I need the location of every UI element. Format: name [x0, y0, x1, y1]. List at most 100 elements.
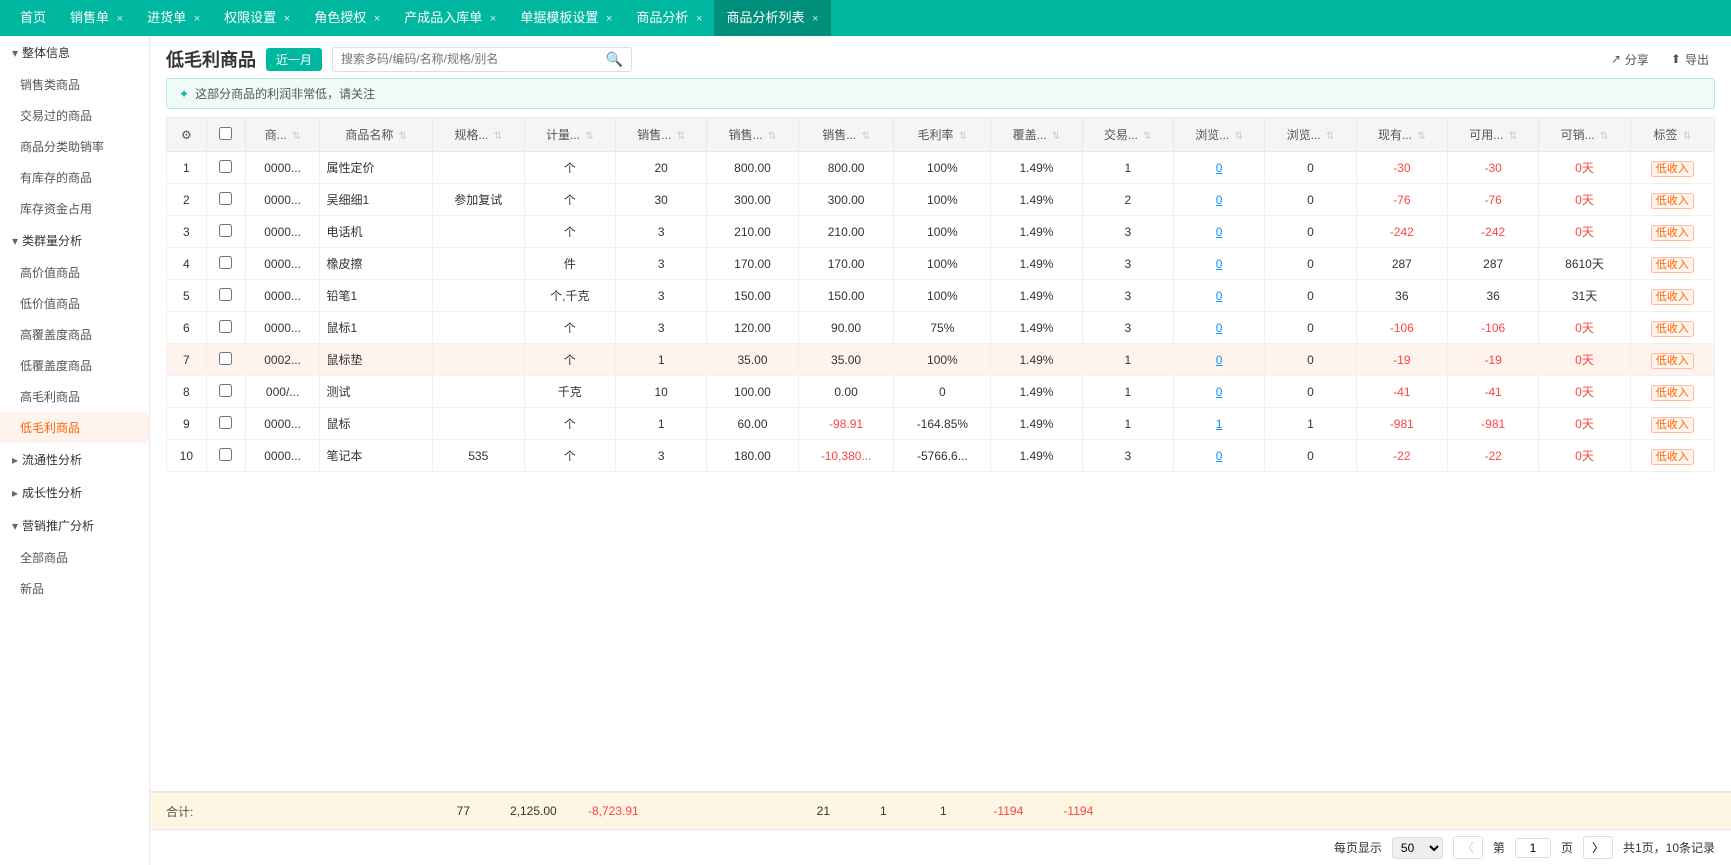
row-checkbox[interactable] [219, 320, 232, 333]
row-checkbox[interactable] [219, 448, 232, 461]
th-available[interactable]: 可用... ⇅ [1448, 118, 1539, 152]
sidebar-section-cluster[interactable]: ▾ 类群量分析 [0, 224, 149, 257]
td-col14: -22 [1356, 440, 1447, 472]
browse-link[interactable]: 0 [1216, 321, 1223, 335]
browse-link[interactable]: 1 [1216, 417, 1223, 431]
search-icon[interactable]: 🔍 [606, 51, 623, 68]
close-product-icon[interactable]: × [490, 13, 496, 25]
sidebar-item-stock-capital[interactable]: 库存资金占用 [0, 193, 149, 224]
td-checkbox[interactable] [206, 152, 245, 184]
td-checkbox[interactable] [206, 344, 245, 376]
sidebar-item-in-stock[interactable]: 有库存的商品 [0, 162, 149, 193]
row-checkbox[interactable] [219, 352, 232, 365]
close-analysis-icon[interactable]: × [696, 13, 702, 25]
row-checkbox[interactable] [219, 288, 232, 301]
nav-analysis[interactable]: 商品分析 × [624, 0, 714, 36]
sidebar-item-new-goods[interactable]: 新品 [0, 573, 149, 604]
nav-permission[interactable]: 权限设置 × [212, 0, 302, 36]
th-code[interactable]: 商... ⇅ [245, 118, 320, 152]
page-number-input[interactable] [1515, 838, 1551, 858]
th-browse1[interactable]: 浏览... ⇅ [1173, 118, 1264, 152]
row-checkbox[interactable] [219, 192, 232, 205]
nav-home[interactable]: 首页 [8, 0, 58, 36]
th-saleable[interactable]: 可销... ⇅ [1539, 118, 1630, 152]
close-role-icon[interactable]: × [374, 13, 380, 25]
next-page-button[interactable]: 〉 [1583, 836, 1613, 859]
browse-link[interactable]: 0 [1216, 225, 1223, 239]
browse-link[interactable]: 0 [1216, 449, 1223, 463]
sidebar-item-low-coverage[interactable]: 低覆盖度商品 [0, 350, 149, 381]
td-row-no: 8 [167, 376, 207, 408]
browse-link[interactable]: 0 [1216, 289, 1223, 303]
th-sales1[interactable]: 销售... ⇅ [615, 118, 706, 152]
th-name[interactable]: 商品名称 ⇅ [320, 118, 432, 152]
close-permission-icon[interactable]: × [284, 13, 290, 25]
td-checkbox[interactable] [206, 312, 245, 344]
th-checkbox[interactable] [206, 118, 245, 152]
sidebar-item-low-margin[interactable]: 低毛利商品 [0, 412, 149, 443]
sidebar-item-high-coverage[interactable]: 高覆盖度商品 [0, 319, 149, 350]
td-col8: -10,380... [798, 440, 894, 472]
sidebar-item-high-value[interactable]: 高价值商品 [0, 257, 149, 288]
td-checkbox[interactable] [206, 376, 245, 408]
close-list-icon[interactable]: × [812, 13, 818, 25]
td-checkbox[interactable] [206, 216, 245, 248]
browse-link[interactable]: 0 [1216, 257, 1223, 271]
sidebar-item-traded-goods[interactable]: 交易过的商品 [0, 100, 149, 131]
th-transaction[interactable]: 交易... ⇅ [1082, 118, 1173, 152]
th-browse2[interactable]: 浏览... ⇅ [1265, 118, 1356, 152]
td-checkbox[interactable] [206, 440, 245, 472]
th-margin[interactable]: 毛利率 ⇅ [894, 118, 991, 152]
date-filter-button[interactable]: 近一月 [266, 48, 322, 71]
export-button[interactable]: ⬆ 导出 [1665, 48, 1715, 71]
row-checkbox[interactable] [219, 160, 232, 173]
search-input[interactable] [341, 52, 606, 66]
th-spec[interactable]: 规格... ⇅ [432, 118, 524, 152]
nav-sales[interactable]: 销售单 × [58, 0, 135, 36]
row-checkbox[interactable] [219, 384, 232, 397]
th-coverage[interactable]: 覆盖... ⇅ [991, 118, 1082, 152]
th-sales2[interactable]: 销售... ⇅ [707, 118, 798, 152]
nav-template[interactable]: 单据模板设置 × [508, 0, 624, 36]
sidebar-item-high-margin[interactable]: 高毛利商品 [0, 381, 149, 412]
td-code: 0000... [245, 312, 320, 344]
th-current-stock[interactable]: 现有... ⇅ [1356, 118, 1447, 152]
browse-link[interactable]: 0 [1216, 161, 1223, 175]
browse-link[interactable]: 0 [1216, 193, 1223, 207]
browse-link[interactable]: 0 [1216, 353, 1223, 367]
close-purchase-icon[interactable]: × [194, 13, 200, 25]
prev-page-button[interactable]: 〈 [1453, 836, 1483, 859]
th-settings[interactable]: ⚙ [167, 118, 207, 152]
th-unit[interactable]: 计量... ⇅ [524, 118, 615, 152]
nav-purchase[interactable]: 进货单 × [135, 0, 212, 36]
sidebar-item-low-value[interactable]: 低价值商品 [0, 288, 149, 319]
td-col15: 287 [1448, 248, 1539, 280]
sidebar-item-category-rate[interactable]: 商品分类助销率 [0, 131, 149, 162]
row-checkbox[interactable] [219, 416, 232, 429]
td-unit: 件 [524, 248, 615, 280]
nav-role[interactable]: 角色授权 × [302, 0, 392, 36]
td-checkbox[interactable] [206, 280, 245, 312]
select-all-checkbox[interactable] [219, 127, 232, 140]
nav-analysis-list[interactable]: 商品分析列表 × [714, 0, 830, 36]
th-sales3[interactable]: 销售... ⇅ [798, 118, 894, 152]
td-checkbox[interactable] [206, 248, 245, 280]
sidebar-section-overall[interactable]: ▾ 整体信息 [0, 36, 149, 69]
sidebar-item-all-goods[interactable]: 全部商品 [0, 542, 149, 573]
row-checkbox[interactable] [219, 256, 232, 269]
td-checkbox[interactable] [206, 184, 245, 216]
per-page-select[interactable]: 50 100 200 [1392, 837, 1443, 859]
browse-link[interactable]: 0 [1216, 385, 1223, 399]
close-sales-icon[interactable]: × [117, 13, 123, 25]
sidebar-section-circulation[interactable]: ▸ 流通性分析 [0, 443, 149, 476]
sidebar-item-sales-goods[interactable]: 销售类商品 [0, 69, 149, 100]
td-col12: 0 [1173, 440, 1264, 472]
th-tag[interactable]: 标签 ⇅ [1630, 118, 1714, 152]
td-checkbox[interactable] [206, 408, 245, 440]
close-template-icon[interactable]: × [606, 13, 612, 25]
nav-product-entry[interactable]: 产成品入库单 × [392, 0, 508, 36]
row-checkbox[interactable] [219, 224, 232, 237]
share-button[interactable]: ↗ 分享 [1605, 48, 1655, 71]
sidebar-section-marketing[interactable]: ▾ 营销推广分析 [0, 509, 149, 542]
sidebar-section-growth[interactable]: ▸ 成长性分析 [0, 476, 149, 509]
